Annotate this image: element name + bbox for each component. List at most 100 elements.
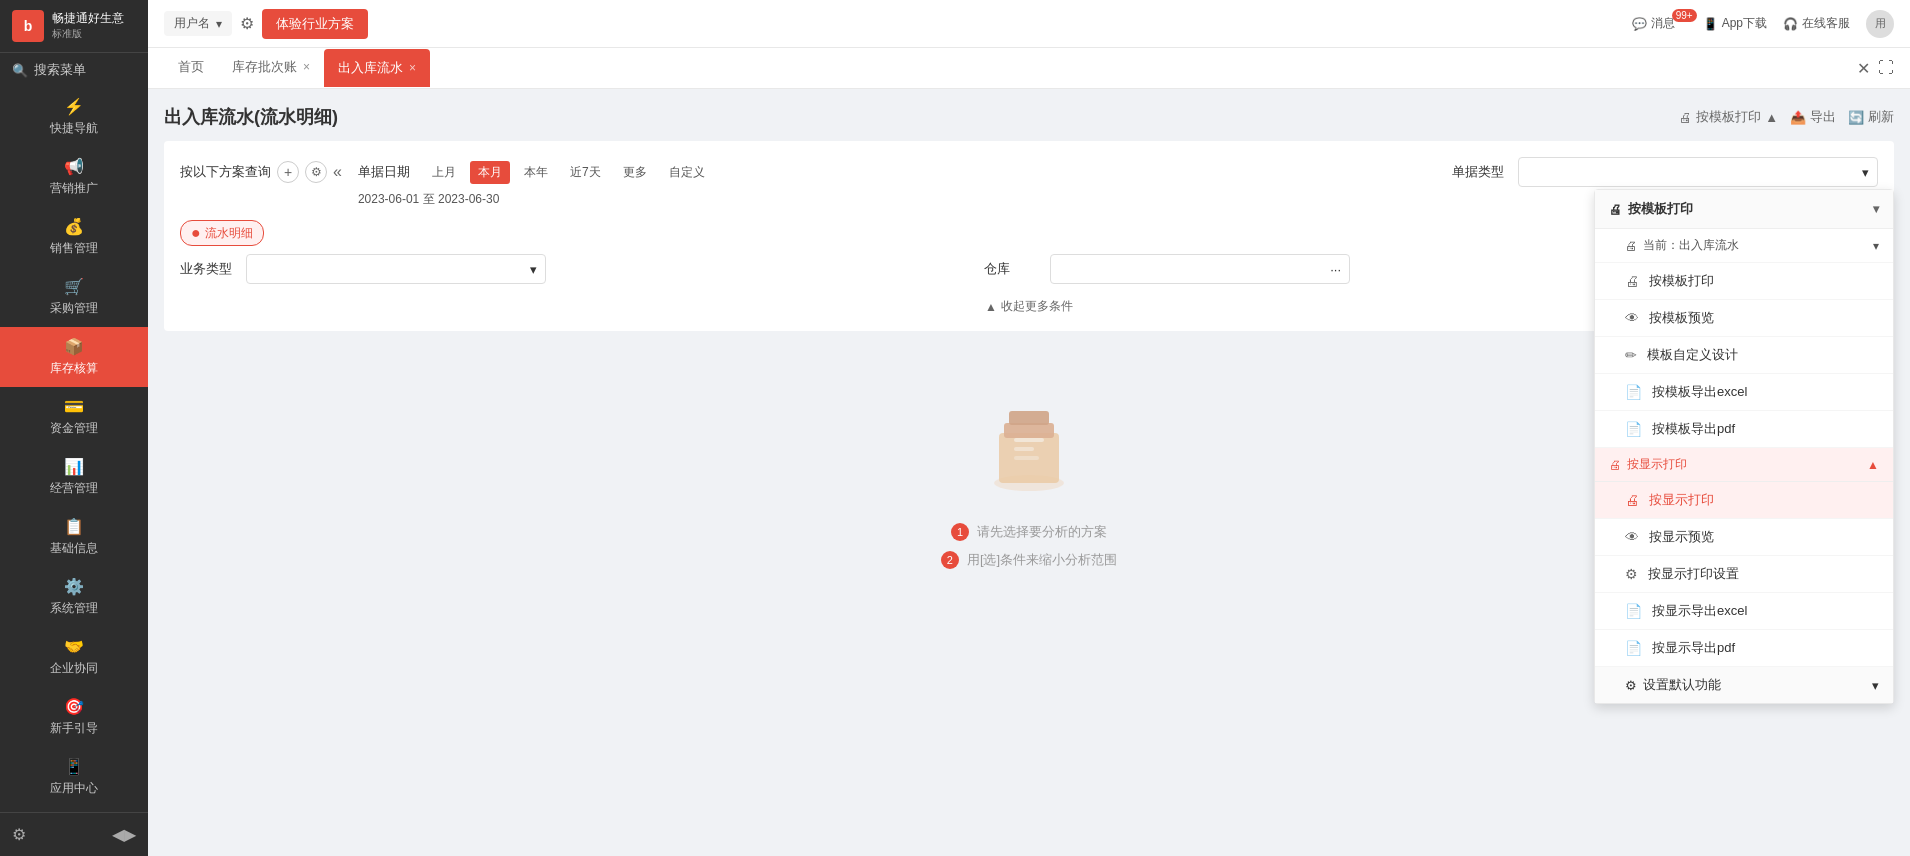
template-custom-icon: ✏	[1625, 347, 1637, 363]
tab-home[interactable]: 首页	[164, 48, 218, 88]
app-name: 畅捷通好生意	[52, 11, 124, 27]
tab-batch[interactable]: 库存批次账 ×	[218, 48, 324, 88]
sidebar-item-purchase[interactable]: 🛒 采购管理	[0, 267, 148, 327]
system-icon: ⚙️	[64, 577, 84, 596]
app-download-item[interactable]: 📱 App下载	[1703, 15, 1767, 32]
footer-chevron[interactable]: ▾	[1872, 678, 1879, 693]
chevron-down-icon: ▾	[216, 17, 222, 31]
message-icon: 💬	[1632, 17, 1647, 31]
sidebar-item-finance[interactable]: 💳 资金管理	[0, 387, 148, 447]
window-maximize-icon[interactable]: ⛶	[1878, 59, 1894, 77]
message-badge: 99+	[1672, 9, 1697, 22]
app-download-label: App下载	[1722, 15, 1767, 32]
quick-nav-icon: ⚡	[64, 97, 84, 116]
display-excel-label: 按显示导出excel	[1652, 602, 1747, 620]
dropdown-item-display-settings[interactable]: ⚙ 按显示打印设置	[1595, 556, 1893, 593]
message-item[interactable]: 💬 消息 99+	[1632, 15, 1687, 32]
date-label: 单据日期	[358, 157, 418, 187]
tab-batch-close[interactable]: ×	[303, 60, 310, 74]
window-close-icon[interactable]: ✕	[1857, 59, 1870, 78]
dropdown-current[interactable]: 🖨 当前：出入库流水 ▾	[1595, 229, 1893, 263]
sidebar-item-operation[interactable]: 📊 经营管理	[0, 447, 148, 507]
selected-filter-tag[interactable]: ● 流水明细	[180, 220, 264, 246]
sidebar-item-basic[interactable]: 📋 基础信息	[0, 507, 148, 567]
sales-icon: 💰	[64, 217, 84, 236]
search-icon: 🔍	[12, 63, 28, 78]
print-btn[interactable]: 🖨 按模板打印 ▲	[1679, 108, 1778, 126]
warehouse-select[interactable]: ···	[1050, 254, 1350, 284]
filter-settings-btn[interactable]: ⚙	[305, 161, 327, 183]
refresh-btn[interactable]: 🔄 刷新	[1848, 108, 1894, 126]
user-selector[interactable]: 用户名 ▾	[164, 11, 232, 36]
export-icon: 📤	[1790, 110, 1806, 125]
sidebar-item-inventory[interactable]: 📦 库存核算	[0, 327, 148, 387]
user-avatar[interactable]: 用	[1866, 10, 1894, 38]
tab-flow[interactable]: 出入库流水 ×	[324, 49, 430, 87]
current-template-icon: 🖨	[1625, 239, 1637, 253]
date-btn-this-month[interactable]: 本月	[470, 161, 510, 184]
date-btn-more[interactable]: 更多	[615, 161, 655, 184]
dropdown-header[interactable]: 🖨 按模板打印 ▾	[1595, 190, 1893, 229]
biz-chevron: ▾	[530, 262, 537, 277]
dropdown-item-template-custom[interactable]: ✏ 模板自定义设计	[1595, 337, 1893, 374]
step-1-num: 1	[951, 523, 969, 541]
type-select[interactable]: ▾	[1518, 157, 1878, 187]
dropdown-item-template-pdf[interactable]: 📄 按模板导出pdf	[1595, 411, 1893, 448]
footer-settings-icon: ⚙	[1625, 678, 1637, 693]
filter-add-btn[interactable]: +	[277, 161, 299, 183]
topbar-settings-icon[interactable]: ⚙	[240, 14, 254, 33]
display-pdf-label: 按显示导出pdf	[1652, 639, 1735, 657]
export-btn[interactable]: 📤 导出	[1790, 108, 1836, 126]
dropdown-item-display-pdf[interactable]: 📄 按显示导出pdf	[1595, 630, 1893, 667]
svg-rect-3	[1009, 411, 1049, 425]
sidebar-item-guide[interactable]: 🎯 新手引导	[0, 687, 148, 747]
dropdown-item-template-print[interactable]: 🖨 按模板打印	[1595, 263, 1893, 300]
current-chevron[interactable]: ▾	[1873, 239, 1879, 253]
sidebar-item-system[interactable]: ⚙️ 系统管理	[0, 567, 148, 627]
sidebar-item-label: 快捷导航	[50, 120, 98, 137]
sidebar-item-marketing[interactable]: 📢 营销推广	[0, 147, 148, 207]
sidebar-item-wechat[interactable]: 💬 企业微信	[0, 807, 148, 812]
guide-icon: 🎯	[64, 697, 84, 716]
sidebar-item-label: 经营管理	[50, 480, 98, 497]
export-label: 导出	[1810, 108, 1836, 126]
tab-batch-label: 库存批次账	[232, 58, 297, 76]
dropdown-item-display-excel[interactable]: 📄 按显示导出excel	[1595, 593, 1893, 630]
dropdown-display-section[interactable]: 🖨 按显示打印 ▲	[1595, 448, 1893, 482]
date-btn-custom[interactable]: 自定义	[661, 161, 713, 184]
collapse-btn[interactable]: ▲ 收起更多条件	[985, 298, 1073, 315]
date-btn-last-month[interactable]: 上月	[424, 161, 464, 184]
template-preview-label: 按模板预览	[1649, 309, 1714, 327]
date-btn-this-year[interactable]: 本年	[516, 161, 556, 184]
date-btn-7days[interactable]: 近7天	[562, 161, 609, 184]
filter-section-label: 按以下方案查询	[180, 157, 271, 187]
biz-select[interactable]: ▾	[246, 254, 546, 284]
sidebar-item-enterprise[interactable]: 🤝 企业协同	[0, 627, 148, 687]
sidebar-settings-icon[interactable]: ⚙	[12, 825, 26, 844]
sidebar-toggle-icon[interactable]: ◀▶	[112, 825, 136, 844]
sidebar-item-label: 新手引导	[50, 720, 98, 737]
dropdown-item-template-excel[interactable]: 📄 按模板导出excel	[1595, 374, 1893, 411]
tab-flow-close[interactable]: ×	[409, 61, 416, 75]
online-service-item[interactable]: 🎧 在线客服	[1783, 15, 1850, 32]
display-section-chevron[interactable]: ▲	[1867, 458, 1879, 472]
sidebar-item-appcenter[interactable]: 📱 应用中心	[0, 747, 148, 807]
dropdown-header-chevron[interactable]: ▾	[1873, 202, 1879, 216]
print-label: 按模板打印	[1696, 108, 1761, 126]
dropdown-footer[interactable]: ⚙ 设置默认功能 ▾	[1595, 667, 1893, 703]
dropdown-item-display-print[interactable]: 🖨 按显示打印	[1595, 482, 1893, 519]
filter-collapse-icon[interactable]: «	[333, 163, 342, 181]
dropdown-item-template-preview[interactable]: 👁 按模板预览	[1595, 300, 1893, 337]
collapse-text: 收起更多条件	[1001, 298, 1073, 315]
app-version: 标准版	[52, 27, 124, 41]
topbar-left: 用户名 ▾ ⚙ 体验行业方案	[164, 9, 1624, 39]
sidebar-item-label: 应用中心	[50, 780, 98, 797]
step-1-text: 请先选择要分析的方案	[977, 523, 1107, 541]
dropdown-item-display-preview[interactable]: 👁 按显示预览	[1595, 519, 1893, 556]
empty-illustration	[979, 403, 1079, 503]
sidebar-item-sales[interactable]: 💰 销售管理	[0, 207, 148, 267]
industry-btn[interactable]: 体验行业方案	[262, 9, 368, 39]
sidebar-search[interactable]: 🔍 搜索菜单	[0, 53, 148, 87]
logo-text-block: 畅捷通好生意 标准版	[52, 11, 124, 41]
sidebar-item-quick-nav[interactable]: ⚡ 快捷导航	[0, 87, 148, 147]
